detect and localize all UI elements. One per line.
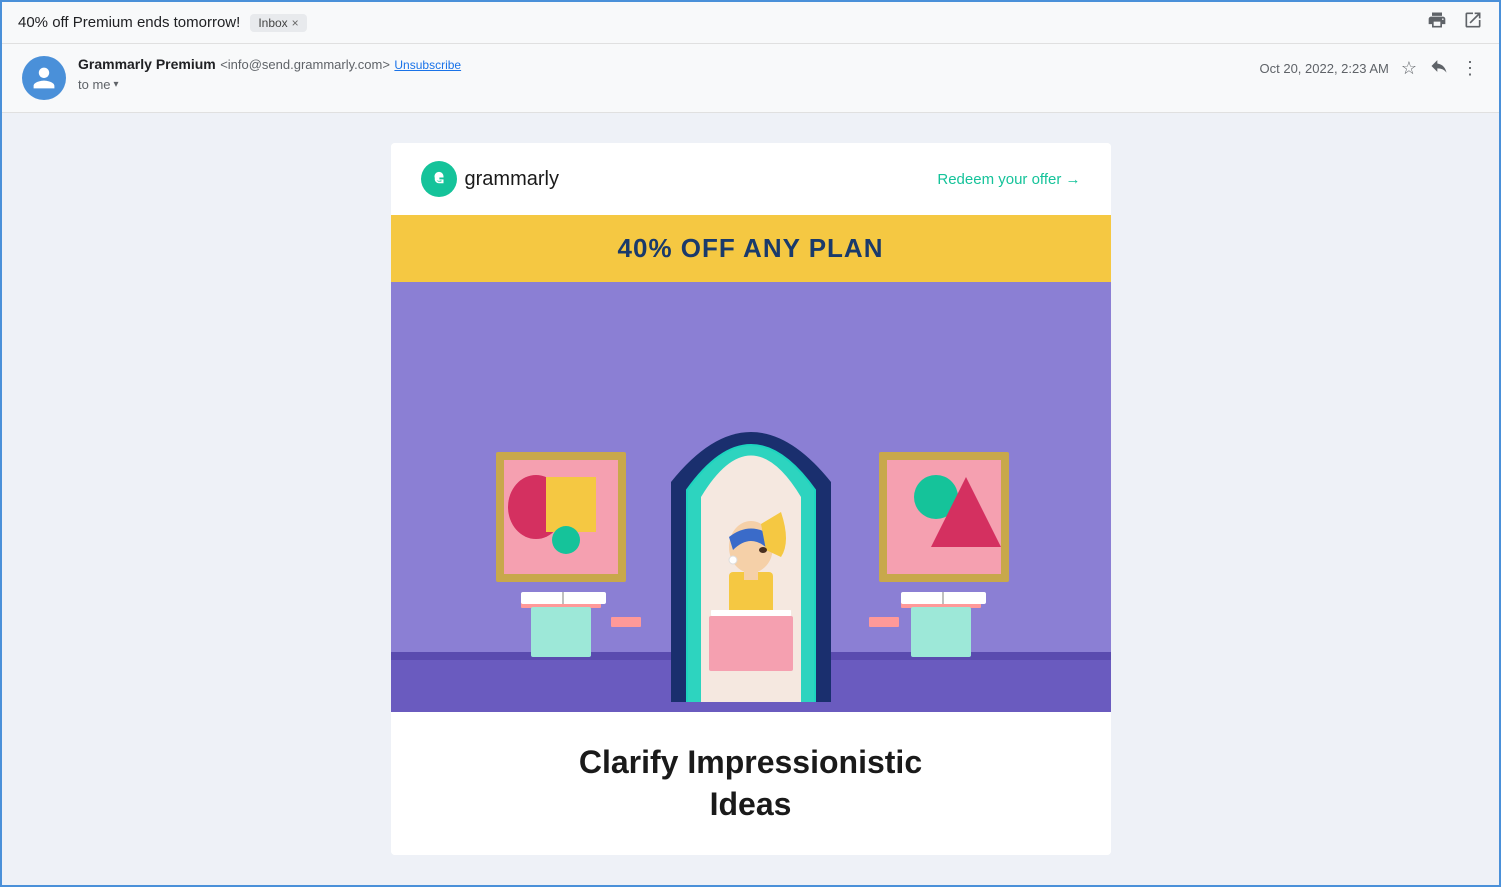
sender-name: Grammarly Premium: [78, 56, 216, 72]
star-icon[interactable]: ☆: [1401, 58, 1417, 79]
to-me-chevron-icon: ▾: [114, 79, 119, 90]
inbox-close-button[interactable]: ×: [292, 16, 299, 30]
to-me-text: to me: [78, 77, 111, 92]
unsubscribe-link[interactable]: Unsubscribe: [394, 58, 461, 72]
inbox-badge[interactable]: Inbox ×: [250, 14, 306, 32]
email-subject: 40% off Premium ends tomorrow!: [18, 14, 240, 31]
sender-section: Grammarly Premium <info@send.grammarly.c…: [22, 56, 461, 100]
grammarly-header: grammarly Redeem your offer →: [391, 143, 1111, 215]
headline-line1: Clarify Impressionistic: [579, 744, 922, 780]
promo-text: 40% OFF ANY PLAN: [618, 233, 884, 263]
headline: Clarify Impressionistic Ideas: [431, 742, 1071, 825]
reply-icon[interactable]: [1429, 56, 1449, 81]
email-header: Grammarly Premium <info@send.grammarly.c…: [2, 44, 1499, 113]
promo-banner: 40% OFF ANY PLAN: [391, 215, 1111, 282]
top-bar-right: [1427, 10, 1483, 35]
redeem-link[interactable]: Redeem your offer →: [937, 171, 1080, 188]
headline-line2: Ideas: [710, 786, 792, 822]
sender-info: Grammarly Premium <info@send.grammarly.c…: [78, 56, 461, 92]
grammarly-logo-icon: [421, 161, 457, 197]
print-icon[interactable]: [1427, 10, 1447, 35]
sender-name-row: Grammarly Premium <info@send.grammarly.c…: [78, 56, 461, 74]
more-options-icon[interactable]: ⋮: [1461, 58, 1479, 79]
email-content: grammarly Redeem your offer → 40% OFF AN…: [391, 143, 1111, 855]
grammarly-name: grammarly: [465, 168, 559, 191]
inbox-label: Inbox: [258, 16, 287, 30]
email-date: Oct 20, 2022, 2:23 AM: [1260, 61, 1389, 76]
email-body: grammarly Redeem your offer → 40% OFF AN…: [2, 113, 1499, 885]
grammarly-logo: grammarly: [421, 161, 559, 197]
email-header-right: Oct 20, 2022, 2:23 AM ☆ ⋮: [1260, 56, 1480, 81]
museum-illustration: [391, 282, 1111, 712]
top-bar: 40% off Premium ends tomorrow! Inbox ×: [2, 2, 1499, 44]
to-me[interactable]: to me ▾: [78, 77, 461, 92]
avatar: [22, 56, 66, 100]
sender-email: <info@send.grammarly.com>: [220, 57, 390, 72]
top-bar-left: 40% off Premium ends tomorrow! Inbox ×: [18, 14, 307, 32]
email-text-section: Clarify Impressionistic Ideas: [391, 712, 1111, 855]
open-external-icon[interactable]: [1463, 10, 1483, 35]
